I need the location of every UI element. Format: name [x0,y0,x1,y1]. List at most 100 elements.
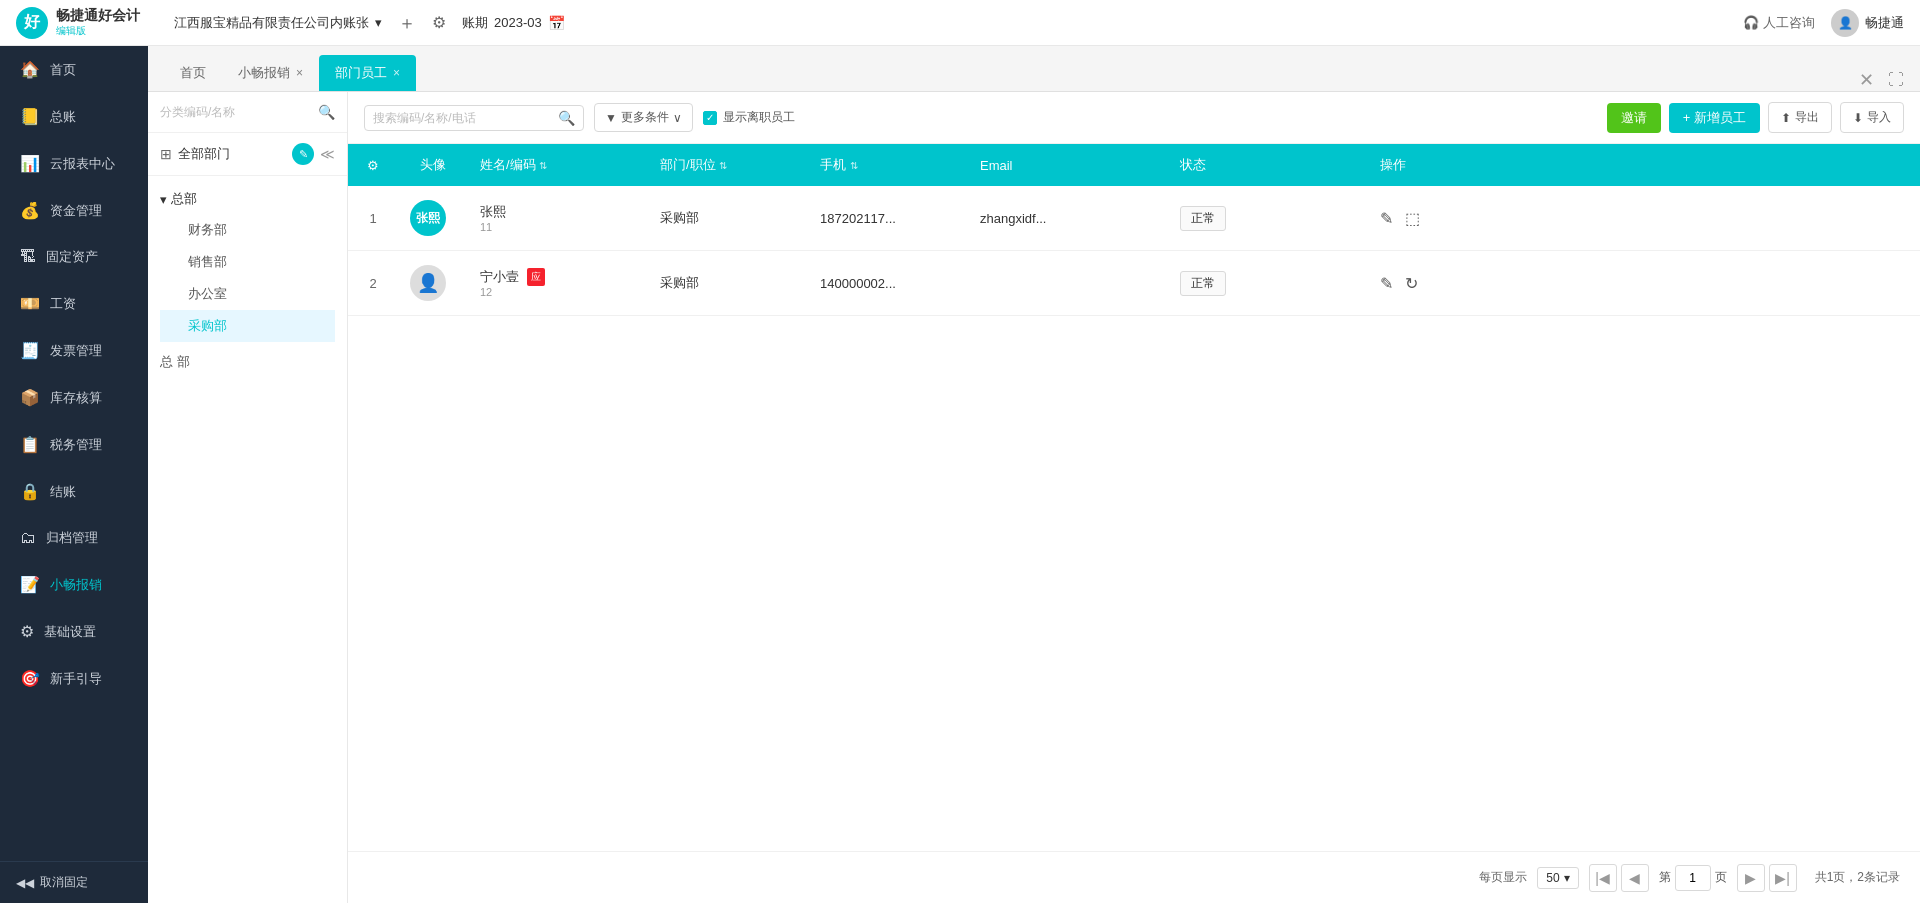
dept-search-icon[interactable]: 🔍 [318,104,335,120]
show-left-label: 显示离职员工 [723,109,795,126]
show-left-employees-toggle[interactable]: ✓ 显示离职员工 [703,109,795,126]
sidebar-item-label: 首页 [50,61,76,79]
dept-search-input[interactable] [160,105,318,119]
logout-icon-1[interactable]: ⬚ [1405,209,1420,228]
dept-item-sales[interactable]: 销售部 [160,246,335,278]
th-mobile[interactable]: 手机 ⇅ [808,144,968,186]
company-selector[interactable]: 江西服宝精品有限责任公司内账张 ▾ [174,14,382,32]
invite-button[interactable]: 邀请 [1607,103,1661,133]
dept-item-finance[interactable]: 财务部 [160,214,335,246]
pin-icon: ◀◀ [16,876,34,890]
tab-home[interactable]: 首页 [164,55,222,91]
page-input[interactable] [1675,865,1711,891]
add-employee-button[interactable]: + 新增员工 [1669,103,1760,133]
page-label: 第 [1659,869,1671,886]
user-info[interactable]: 👤 畅捷通 [1831,9,1904,37]
import-button[interactable]: ⬇ 导入 [1840,102,1904,133]
sidebar-item-guide[interactable]: 🎯 新手引导 [0,655,148,702]
company-name: 江西服宝精品有限责任公司内账张 [174,14,369,32]
dept-office-label: 办公室 [188,286,227,301]
filter-button[interactable]: ▼ 更多条件 ∨ [594,103,693,132]
employee-code-2: 12 [480,286,636,298]
table: ⚙ 头像 姓名/编码 ⇅ 部门/职位 ⇅ 手机 ⇅ Email 状态 操作 [348,144,1920,316]
page-size-chevron-icon: ▾ [1564,871,1570,885]
tab-expense[interactable]: 小畅报销 × [222,55,319,91]
sidebar-item-archive[interactable]: 🗂 归档管理 [0,515,148,561]
sidebar-item-salary[interactable]: 💴 工资 [0,280,148,327]
sidebar-item-report[interactable]: 📊 云报表中心 [0,140,148,187]
invoice-icon: 🧾 [20,341,40,360]
page-content: 🔍 ⊞ 全部部门 ✎ ≪ ▾ 总部 [148,92,1920,903]
page-prev-button[interactable]: ◀ [1621,864,1649,892]
page-size-select[interactable]: 50 ▾ [1537,867,1578,889]
page-total: 共1页，2条记录 [1815,869,1900,886]
search-input[interactable] [373,111,552,125]
sidebar-item-close[interactable]: 🔒 结账 [0,468,148,515]
sidebar-item-xiao-expense[interactable]: 📝 小畅报销 [0,561,148,608]
calendar-icon[interactable]: 📅 [548,15,565,31]
search-box: 🔍 [364,105,584,131]
name-code-1: 张熙 11 [480,203,636,233]
logo-icon: 好 [16,7,48,39]
sidebar-item-settings[interactable]: ⚙ 基础设置 [0,608,148,655]
page-first-button[interactable]: |◀ [1589,864,1617,892]
dept-edit-icon[interactable]: ✎ [292,143,314,165]
main-layout: 🏠 首页 📒 总账 📊 云报表中心 💰 资金管理 🏗 固定资产 💴 工资 🧾 发… [0,46,1920,903]
dept-group-head-title[interactable]: ▾ 总部 [160,184,335,214]
table-row: 1 张熙 张熙 11 采购部 [348,186,1920,251]
dept-item-purchase[interactable]: 采购部 [160,310,335,342]
sidebar-item-home[interactable]: 🏠 首页 [0,46,148,93]
refresh-icon-2[interactable]: ↻ [1405,274,1418,293]
th-actions: 操作 [1368,144,1920,186]
toolbar-right: 邀请 + 新增员工 ⬆ 导出 ⬇ 导入 [1607,102,1904,133]
row-email-1: zhangxidf... [968,186,1168,251]
status-badge-1: 正常 [1180,206,1226,231]
sidebar-item-invoice[interactable]: 🧾 发票管理 [0,327,148,374]
action-icons-1: ✎ ⬚ [1380,209,1908,228]
page-last-button[interactable]: ▶| [1769,864,1797,892]
add-employee-label: + 新增员工 [1683,109,1746,127]
dept-header-actions: ✎ ≪ [292,143,335,165]
row-avatar-1: 张熙 [398,186,468,251]
row-num-1: 1 [348,186,398,251]
name-code-2: 宁小壹 应 12 [480,268,636,298]
tab-expand-icon[interactable]: ⛶ [1888,71,1904,89]
page-next-button[interactable]: ▶ [1737,864,1765,892]
edit-icon-1[interactable]: ✎ [1380,209,1393,228]
employee-code-1: 11 [480,221,636,233]
dept-collapse-icon[interactable]: ≪ [320,146,335,162]
export-label: 导出 [1795,109,1819,126]
action-icons-2: ✎ ↻ [1380,274,1908,293]
tag-badge-2: 应 [527,268,545,286]
tab-expense-close[interactable]: × [296,66,303,80]
dept-item-office[interactable]: 办公室 [160,278,335,310]
sidebar-item-asset[interactable]: 🏗 固定资产 [0,234,148,280]
export-button[interactable]: ⬆ 导出 [1768,102,1832,133]
settings-icon[interactable]: ⚙ [432,13,446,32]
dept-item-general[interactable]: 总 部 [148,346,347,378]
unpin-button[interactable]: ◀◀ 取消固定 [0,861,148,903]
sidebar-item-inventory[interactable]: 📦 库存核算 [0,374,148,421]
tab-close-window-icon[interactable]: ✕ [1859,69,1874,91]
tab-employee-close[interactable]: × [393,66,400,80]
edit-icon-2[interactable]: ✎ [1380,274,1393,293]
row-status-1: 正常 [1168,186,1368,251]
avatar-circle-1: 张熙 [410,200,446,236]
fund-icon: 💰 [20,201,40,220]
service-button[interactable]: 🎧 人工咨询 [1743,14,1815,32]
th-settings[interactable]: ⚙ [348,144,398,186]
avatar-icon: 👤 [1838,16,1853,30]
header-right: 🎧 人工咨询 👤 畅捷通 [1743,9,1904,37]
dept-panel: 🔍 ⊞ 全部部门 ✎ ≪ ▾ 总部 [148,92,348,903]
sidebar-item-fund[interactable]: 💰 资金管理 [0,187,148,234]
dept-tree: ▾ 总部 财务部 销售部 办公室 采购部 [148,176,347,903]
th-name-code[interactable]: 姓名/编码 ⇅ [468,144,648,186]
th-dept-position[interactable]: 部门/职位 ⇅ [648,144,808,186]
add-tab-icon[interactable]: ＋ [398,11,416,35]
sidebar-item-ledger[interactable]: 📒 总账 [0,93,148,140]
tab-employee[interactable]: 部门员工 × [319,55,416,91]
sidebar-item-tax[interactable]: 📋 税务管理 [0,421,148,468]
header-period: 账期 2023-03 📅 [462,14,565,32]
sidebar-item-label: 库存核算 [50,389,102,407]
dept-grid-icon: ⊞ [160,146,172,162]
